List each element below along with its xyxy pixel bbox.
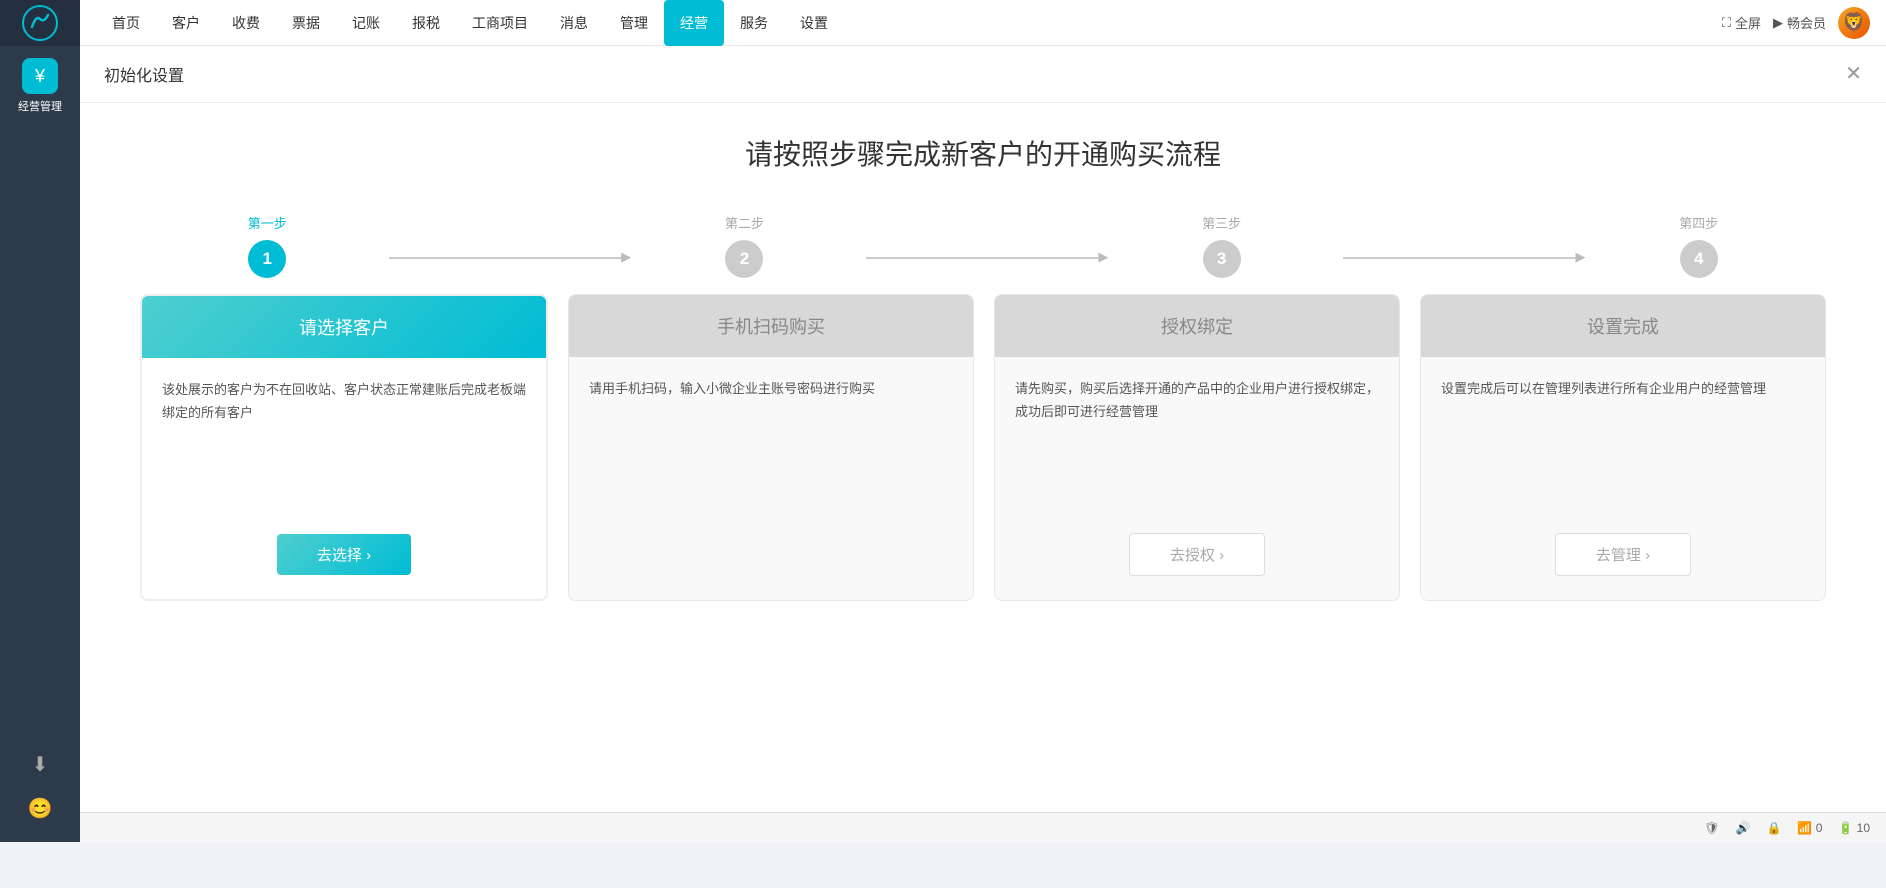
step2-label: 第二步 <box>725 213 764 232</box>
logo-icon <box>22 5 58 41</box>
step1-circle: 1 <box>248 240 286 278</box>
support-icon[interactable]: 😊 <box>22 790 58 826</box>
arrow-3: ▶ <box>1343 257 1578 259</box>
timeline-step-3: 第三步 3 <box>1104 213 1339 278</box>
cards-row: 请选择客户 该处展示的客户为不在回收站、客户状态正常建账后完成老板端绑定的所有客… <box>140 294 1826 601</box>
step4-circle: 4 <box>1680 240 1718 278</box>
step4-label: 第四步 <box>1679 213 1718 232</box>
card1-text: 该处展示的客户为不在回收站、客户状态正常建账后完成老板端绑定的所有客户 <box>162 378 526 425</box>
step2-circle: 2 <box>725 240 763 278</box>
nav-fee[interactable]: 收费 <box>216 0 276 46</box>
nav-operation[interactable]: 经营 <box>664 0 724 46</box>
status-right: 🛡 🔊 🔒 📶 0 🔋 10 <box>1704 821 1870 835</box>
step1-label: 第一步 <box>248 213 287 232</box>
step3-circle: 3 <box>1203 240 1241 278</box>
arrow-1: ▶ <box>389 257 624 259</box>
card1-footer: 去选择 › <box>142 518 546 599</box>
sidebar-item-label: 经营管理 <box>18 98 62 114</box>
card4-header: 设置完成 <box>1421 295 1825 357</box>
card1-body: 该处展示的客户为不在回收站、客户状态正常建账后完成老板端绑定的所有客户 <box>142 358 546 518</box>
sidebar-bottom: ⬇ 😊 <box>22 746 58 842</box>
fullscreen-icon: ⛶ <box>1722 15 1731 31</box>
play-icon: ▶ <box>1773 15 1783 31</box>
fullscreen-btn[interactable]: ⛶ 全屏 <box>1722 13 1761 32</box>
main-content: 初始化设置 ✕ 请按照步骤完成新客户的开通购买流程 第一步 1 ▶ 第二步 2 <box>80 46 1886 812</box>
avatar[interactable]: 🦁 <box>1838 7 1870 39</box>
top-nav: 首页 客户 收费 票据 记账 报税 工商项目 消息 管理 经营 服务 设置 ⛶ … <box>80 0 1886 46</box>
card3-footer: 去授权 › <box>995 517 1399 600</box>
card4-text: 设置完成后可以在管理列表进行所有企业用户的经营管理 <box>1441 377 1805 400</box>
timeline-step-2: 第二步 2 <box>627 213 862 278</box>
close-button[interactable]: ✕ <box>1845 64 1862 84</box>
timeline-step-1: 第一步 1 <box>150 213 385 278</box>
management-icon: ¥ <box>22 58 58 94</box>
nav-tax[interactable]: 报税 <box>396 0 456 46</box>
step-card-3: 授权绑定 请先购买，购买后选择开通的产品中的企业用户进行授权绑定，成功后即可进行… <box>994 294 1400 601</box>
nav-message[interactable]: 消息 <box>544 0 604 46</box>
step-card-1: 请选择客户 该处展示的客户为不在回收站、客户状态正常建账后完成老板端绑定的所有客… <box>140 294 548 601</box>
step-card-4: 设置完成 设置完成后可以在管理列表进行所有企业用户的经营管理 去管理 › <box>1420 294 1826 601</box>
page-header: 初始化设置 ✕ <box>80 46 1886 103</box>
card2-header: 手机扫码购买 <box>569 295 973 357</box>
step-card-2: 手机扫码购买 请用手机扫码，输入小微企业主账号密码进行购买 <box>568 294 974 601</box>
nav-home[interactable]: 首页 <box>96 0 156 46</box>
step3-label: 第三步 <box>1202 213 1241 232</box>
shield-icon: 🛡 <box>1704 821 1719 835</box>
vip-btn[interactable]: ▶ 畅会员 <box>1773 13 1826 32</box>
go-select-button[interactable]: 去选择 › <box>277 534 411 575</box>
card2-body: 请用手机扫码，输入小微企业主账号密码进行购买 <box>569 357 973 540</box>
card4-body: 设置完成后可以在管理列表进行所有企业用户的经营管理 <box>1421 357 1825 517</box>
download-icon[interactable]: ⬇ <box>22 746 58 782</box>
card2-text: 请用手机扫码，输入小微企业主账号密码进行购买 <box>589 377 953 400</box>
battery-status: 🔋 10 <box>1838 821 1870 835</box>
avatar-image: 🦁 <box>1838 7 1870 39</box>
card4-footer: 去管理 › <box>1421 517 1825 600</box>
lock-icon: 🔒 <box>1766 821 1781 835</box>
steps-container: 请按照步骤完成新客户的开通购买流程 第一步 1 ▶ 第二步 2 <box>80 103 1886 631</box>
status-bar: ▶ 完成 🛡 🔊 🔒 📶 0 🔋 10 <box>0 812 1886 842</box>
timeline-step-4: 第四步 4 <box>1581 213 1816 278</box>
sidebar: ¥ 经营管理 ⬇ 😊 <box>0 0 80 842</box>
go-manage-button[interactable]: 去管理 › <box>1555 533 1691 576</box>
go-authorize-button[interactable]: 去授权 › <box>1129 533 1265 576</box>
nav-invoice[interactable]: 票据 <box>276 0 336 46</box>
nav-bookkeeping[interactable]: 记账 <box>336 0 396 46</box>
network-status: 📶 0 <box>1797 821 1822 835</box>
nav-client[interactable]: 客户 <box>156 0 216 46</box>
card1-header: 请选择客户 <box>142 296 546 358</box>
card2-footer <box>569 540 973 600</box>
nav-right-section: ⛶ 全屏 ▶ 畅会员 🦁 <box>1722 7 1870 39</box>
card3-text: 请先购买，购买后选择开通的产品中的企业用户进行授权绑定，成功后即可进行经营管理 <box>1015 377 1379 424</box>
nav-settings[interactable]: 设置 <box>784 0 844 46</box>
volume-icon[interactable]: 🔊 <box>1736 821 1751 835</box>
arrow-2: ▶ <box>866 257 1101 259</box>
nav-business[interactable]: 工商项目 <box>456 0 544 46</box>
sidebar-logo <box>0 0 80 46</box>
card3-header: 授权绑定 <box>995 295 1399 357</box>
nav-service[interactable]: 服务 <box>724 0 784 46</box>
card3-body: 请先购买，购买后选择开通的产品中的企业用户进行授权绑定，成功后即可进行经营管理 <box>995 357 1399 517</box>
steps-main-title: 请按照步骤完成新客户的开通购买流程 <box>140 133 1826 173</box>
page-title: 初始化设置 <box>104 62 184 86</box>
sidebar-item-management[interactable]: ¥ 经营管理 <box>0 46 80 126</box>
nav-manage[interactable]: 管理 <box>604 0 664 46</box>
